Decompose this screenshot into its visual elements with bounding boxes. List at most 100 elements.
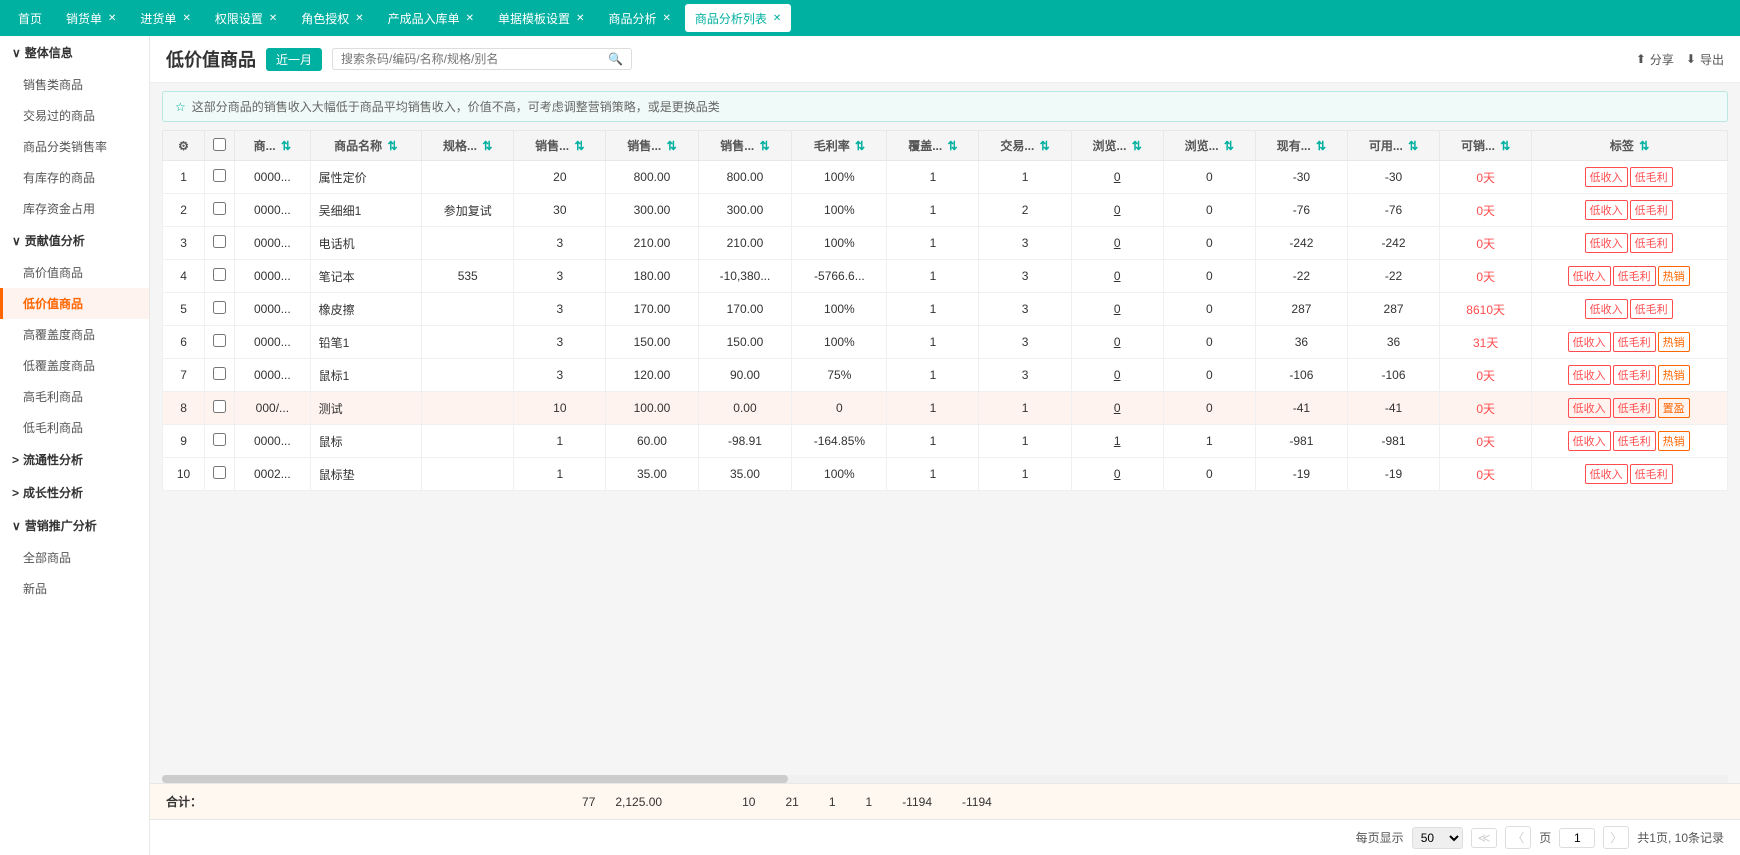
col-gross-margin[interactable]: 毛利率 ⇅	[792, 131, 887, 161]
nav-close-sales[interactable]: ✕	[108, 13, 116, 24]
col-view2[interactable]: 浏览... ⇅	[1163, 131, 1255, 161]
cell-view1[interactable]: 0	[1071, 194, 1163, 227]
view1-link[interactable]: 0	[1114, 368, 1121, 382]
nav-close-templates[interactable]: ✕	[576, 13, 584, 24]
prev-page-button[interactable]: 〈	[1505, 826, 1531, 849]
view1-link[interactable]: 0	[1114, 269, 1121, 283]
col-current-stock[interactable]: 现有... ⇅	[1255, 131, 1347, 161]
col-sellable-days[interactable]: 可销... ⇅	[1440, 131, 1532, 161]
col-trade[interactable]: 交易... ⇅	[979, 131, 1071, 161]
first-page-button[interactable]: ≪	[1471, 828, 1498, 848]
nav-permissions[interactable]: 权限设置 ✕	[205, 4, 287, 32]
cell-view1[interactable]: 0	[1071, 161, 1163, 194]
sidebar-item-capital[interactable]: 库存资金占用	[0, 193, 149, 224]
nav-products[interactable]: 产成品入库单 ✕	[378, 4, 484, 32]
search-icon[interactable]: 🔍	[608, 52, 623, 66]
share-button[interactable]: ⬆ 分享	[1636, 51, 1674, 68]
cell-checkbox[interactable]	[205, 458, 235, 491]
cell-checkbox[interactable]	[205, 293, 235, 326]
nav-home[interactable]: 首页	[8, 4, 52, 32]
row-checkbox[interactable]	[213, 334, 226, 347]
cell-view1[interactable]: 0	[1071, 227, 1163, 260]
cell-checkbox[interactable]	[205, 194, 235, 227]
view1-link[interactable]: 0	[1114, 170, 1121, 184]
next-page-button[interactable]: 〉	[1603, 826, 1629, 849]
page-size-select[interactable]: 50 100	[1412, 827, 1463, 849]
sidebar-item-all-products[interactable]: 全部商品	[0, 542, 149, 573]
row-checkbox[interactable]	[213, 466, 226, 479]
table-container[interactable]: ⚙ 商... ⇅ 商品名称 ⇅ 规格... ⇅ 销售... ⇅ 销售... ⇅ …	[150, 130, 1740, 775]
view1-link[interactable]: 0	[1114, 302, 1121, 316]
nav-close-permissions[interactable]: ✕	[269, 13, 277, 24]
sidebar-item-sales-products[interactable]: 销售类商品	[0, 69, 149, 100]
cell-view1[interactable]: 0	[1071, 326, 1163, 359]
nav-purchase[interactable]: 进货单 ✕	[130, 4, 200, 32]
sidebar-group-growth[interactable]: > 成长性分析	[0, 476, 149, 509]
sidebar-group-marketing[interactable]: ∨ 营销推广分析	[0, 509, 149, 542]
row-checkbox[interactable]	[213, 400, 226, 413]
cell-checkbox[interactable]	[205, 260, 235, 293]
cell-view1[interactable]: 1	[1071, 425, 1163, 458]
row-checkbox[interactable]	[213, 169, 226, 182]
sidebar-group-contribution[interactable]: ∨ 贡献值分析	[0, 224, 149, 257]
cell-view1[interactable]: 0	[1071, 359, 1163, 392]
nav-analysis[interactable]: 商品分析 ✕	[598, 4, 680, 32]
sidebar-item-traded[interactable]: 交易过的商品	[0, 100, 149, 131]
cell-view1[interactable]: 0	[1071, 458, 1163, 491]
row-checkbox[interactable]	[213, 367, 226, 380]
col-name[interactable]: 商品名称 ⇅	[310, 131, 422, 161]
view1-link[interactable]: 0	[1114, 236, 1121, 250]
sidebar-item-category-rate[interactable]: 商品分类销售率	[0, 131, 149, 162]
col-sales-amt[interactable]: 销售... ⇅	[606, 131, 698, 161]
col-spec[interactable]: 规格... ⇅	[422, 131, 514, 161]
sidebar-item-low-margin[interactable]: 低毛利商品	[0, 412, 149, 443]
cell-checkbox[interactable]	[205, 425, 235, 458]
nav-close-analysis[interactable]: ✕	[662, 13, 670, 24]
col-tags[interactable]: 标签 ⇅	[1532, 131, 1728, 161]
sidebar-item-high-value[interactable]: 高价值商品	[0, 257, 149, 288]
scrollbar-thumb[interactable]	[162, 775, 788, 783]
page-input[interactable]	[1559, 828, 1595, 848]
row-checkbox[interactable]	[213, 268, 226, 281]
select-all-checkbox[interactable]	[213, 138, 226, 151]
nav-close-analysis-list[interactable]: ✕	[773, 13, 781, 24]
cell-checkbox[interactable]	[205, 392, 235, 425]
nav-close-roles[interactable]: ✕	[355, 13, 363, 24]
cell-view1[interactable]: 0	[1071, 260, 1163, 293]
view1-link[interactable]: 0	[1114, 401, 1121, 415]
row-checkbox[interactable]	[213, 301, 226, 314]
col-sales-qty[interactable]: 销售... ⇅	[514, 131, 606, 161]
nav-close-purchase[interactable]: ✕	[182, 13, 190, 24]
col-checkbox[interactable]	[205, 131, 235, 161]
period-button[interactable]: 近一月	[266, 48, 322, 71]
cell-checkbox[interactable]	[205, 359, 235, 392]
horizontal-scrollbar[interactable]	[162, 775, 1728, 783]
view1-link[interactable]: 1	[1114, 434, 1121, 448]
nav-analysis-list[interactable]: 商品分析列表 ✕	[685, 4, 791, 32]
sidebar-item-low-value[interactable]: 低价值商品	[0, 288, 149, 319]
nav-sales[interactable]: 销货单 ✕	[56, 4, 126, 32]
row-checkbox[interactable]	[213, 235, 226, 248]
col-coverage[interactable]: 覆盖... ⇅	[887, 131, 979, 161]
sidebar-item-stock[interactable]: 有库存的商品	[0, 162, 149, 193]
cell-checkbox[interactable]	[205, 161, 235, 194]
col-view1[interactable]: 浏览... ⇅	[1071, 131, 1163, 161]
search-box[interactable]: 🔍	[332, 48, 632, 70]
sidebar-group-circulation[interactable]: > 流通性分析	[0, 443, 149, 476]
view1-link[interactable]: 0	[1114, 203, 1121, 217]
export-button[interactable]: ⬇ 导出	[1686, 51, 1724, 68]
cell-checkbox[interactable]	[205, 227, 235, 260]
sidebar-group-overall[interactable]: ∨ 整体信息	[0, 36, 149, 69]
sidebar-item-low-coverage[interactable]: 低覆盖度商品	[0, 350, 149, 381]
nav-templates[interactable]: 单据模板设置 ✕	[488, 4, 594, 32]
view1-link[interactable]: 0	[1114, 467, 1121, 481]
row-checkbox[interactable]	[213, 433, 226, 446]
col-sales-cost[interactable]: 销售... ⇅	[698, 131, 792, 161]
col-available-stock[interactable]: 可用... ⇅	[1347, 131, 1439, 161]
sidebar-item-new-products[interactable]: 新品	[0, 573, 149, 604]
nav-close-products[interactable]: ✕	[466, 13, 474, 24]
cell-checkbox[interactable]	[205, 326, 235, 359]
sidebar-item-high-margin[interactable]: 高毛利商品	[0, 381, 149, 412]
view1-link[interactable]: 0	[1114, 335, 1121, 349]
nav-roles[interactable]: 角色授权 ✕	[291, 4, 373, 32]
